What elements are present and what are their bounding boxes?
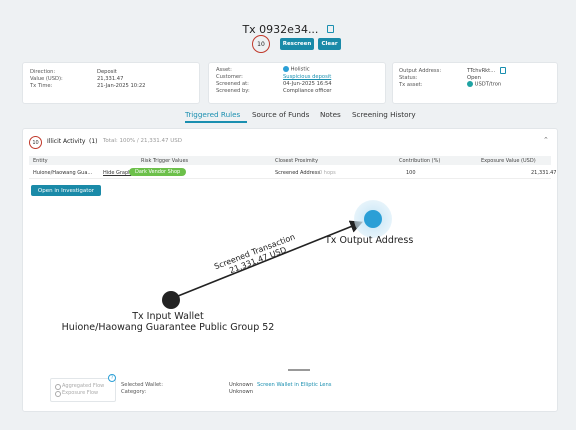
clear-button[interactable]: Clear: [318, 38, 341, 50]
selected-wallet-label: Selected Wallet:: [121, 382, 163, 388]
summary-card-asset: Asset: Holistic Customer: Suspicious dep…: [208, 62, 386, 104]
hide-graph-link[interactable]: Hide Graph: [103, 170, 131, 176]
risk-score-badge: 10: [252, 35, 270, 53]
row-hops: 0 hops: [319, 170, 336, 176]
input-node-label-1: Tx Input Wallet: [132, 311, 204, 322]
customer-label: Customer:: [216, 74, 243, 80]
selected-wallet-value: Unknown: [229, 382, 254, 388]
tx-output-node[interactable]: [364, 210, 382, 228]
info-icon[interactable]: ?: [108, 374, 116, 382]
risk-trigger-tag: Dark Vendor Shop: [129, 168, 187, 176]
summary-card-output: Output Address: TTchvRkt... Status: Open…: [392, 62, 558, 104]
output-address-label: Output Address:: [399, 68, 442, 74]
input-node-label-2: Huione/Haowang Guarantee Public Group 52: [61, 322, 275, 333]
screened-by-label: Screened by:: [216, 88, 250, 94]
screened-at-label: Screened at:: [216, 81, 249, 87]
screened-at-value: 04-Jun-2025 16:54: [283, 81, 332, 87]
status-label: Status:: [399, 75, 418, 81]
direction-value: Deposit: [97, 69, 117, 75]
tether-icon: [467, 81, 473, 87]
value-label: Value (USD):: [30, 76, 63, 82]
tx-time-value: 21-Jan-2025 10:22: [97, 83, 146, 89]
summary-card-transaction: Direction: Deposit Value (USD): 21,331.4…: [22, 62, 200, 104]
output-node-label: Tx Output Address: [325, 235, 414, 246]
triggered-rules-panel: 10 Illicit Activity (1) Total: 100% / 21…: [22, 128, 558, 412]
tx-asset-label: Tx asset:: [399, 82, 423, 88]
row-contribution: 100: [406, 170, 416, 176]
category-label: Category:: [121, 389, 147, 395]
col-exposure: Exposure Value (USD): [481, 158, 536, 164]
tx-asset-value-wrap: USDT/tron: [467, 81, 501, 88]
asset-label: Asset:: [216, 67, 232, 73]
screen-wallet-link[interactable]: Screen Wallet in Elliptic Lens: [257, 382, 331, 388]
copy-icon[interactable]: [499, 67, 506, 74]
input-node-label: Tx Input Wallet Huione/Haowang Guarantee…: [43, 311, 293, 333]
tx-input-node[interactable]: [162, 291, 180, 309]
tab-triggered-rules[interactable]: Triggered Rules: [185, 110, 240, 119]
resize-handle[interactable]: [288, 369, 310, 371]
tx-asset-value: USDT/tron: [474, 81, 502, 88]
tx-title-row: Tx 0932e34...: [0, 18, 576, 37]
output-address-value-wrap: TTchvRkt...: [467, 67, 506, 74]
tab-source-of-funds[interactable]: Source of Funds: [252, 110, 309, 119]
exposure-flow-label: Exposure Flow: [62, 390, 99, 396]
row-exposure: 21,331.47: [531, 170, 557, 176]
flow-graph: [162, 200, 392, 309]
risk-score-value: 10: [257, 40, 265, 48]
exposure-flow-radio[interactable]: [55, 391, 61, 397]
asset-value: Holistic: [290, 66, 310, 73]
col-contribution: Contribution (%): [399, 158, 441, 164]
holistic-icon: [283, 66, 289, 72]
aggregated-flow-label: Aggregated Flow: [62, 383, 105, 389]
rescreen-button[interactable]: Rescreen: [280, 38, 314, 50]
col-risk-trigger: Risk Trigger Values: [141, 158, 189, 164]
row-proximity: Screened Address: [275, 170, 320, 176]
row-entity: Huione/Haowang Gua...: [33, 170, 93, 176]
illicit-title: Illicit Activity: [47, 138, 86, 145]
active-tab-underline: [185, 121, 247, 123]
screened-by-value: Compliance officer: [283, 88, 332, 94]
tx-title: Tx 0932e34...: [242, 23, 319, 36]
tab-screening-history[interactable]: Screening History: [352, 110, 416, 119]
tx-time-label: Tx Time:: [30, 83, 53, 89]
col-entity: Entity: [33, 158, 48, 164]
category-value: Unknown: [229, 389, 254, 395]
col-closest-proximity: Closest Proximity: [275, 158, 319, 164]
direction-label: Direction:: [30, 69, 56, 75]
copy-icon[interactable]: [326, 24, 334, 33]
collapse-chevron-icon[interactable]: ⌃: [543, 136, 549, 144]
illicit-score-value: 10: [32, 139, 39, 146]
aggregated-flow-radio[interactable]: [55, 384, 61, 390]
asset-value-wrap: Holistic: [283, 66, 310, 73]
value-value: 21,331.47: [97, 76, 124, 82]
output-address-value: TTchvRkt...: [467, 68, 496, 74]
illicit-count: (1): [89, 138, 98, 145]
tab-notes[interactable]: Notes: [320, 110, 341, 119]
illicit-score-badge: 10: [29, 136, 42, 149]
illicit-total: Total: 100% / 21,331.47 USD: [103, 138, 183, 144]
customer-link[interactable]: Suspicious deposit: [283, 74, 331, 80]
flow-options-box: ? Aggregated Flow Exposure Flow: [50, 374, 116, 402]
